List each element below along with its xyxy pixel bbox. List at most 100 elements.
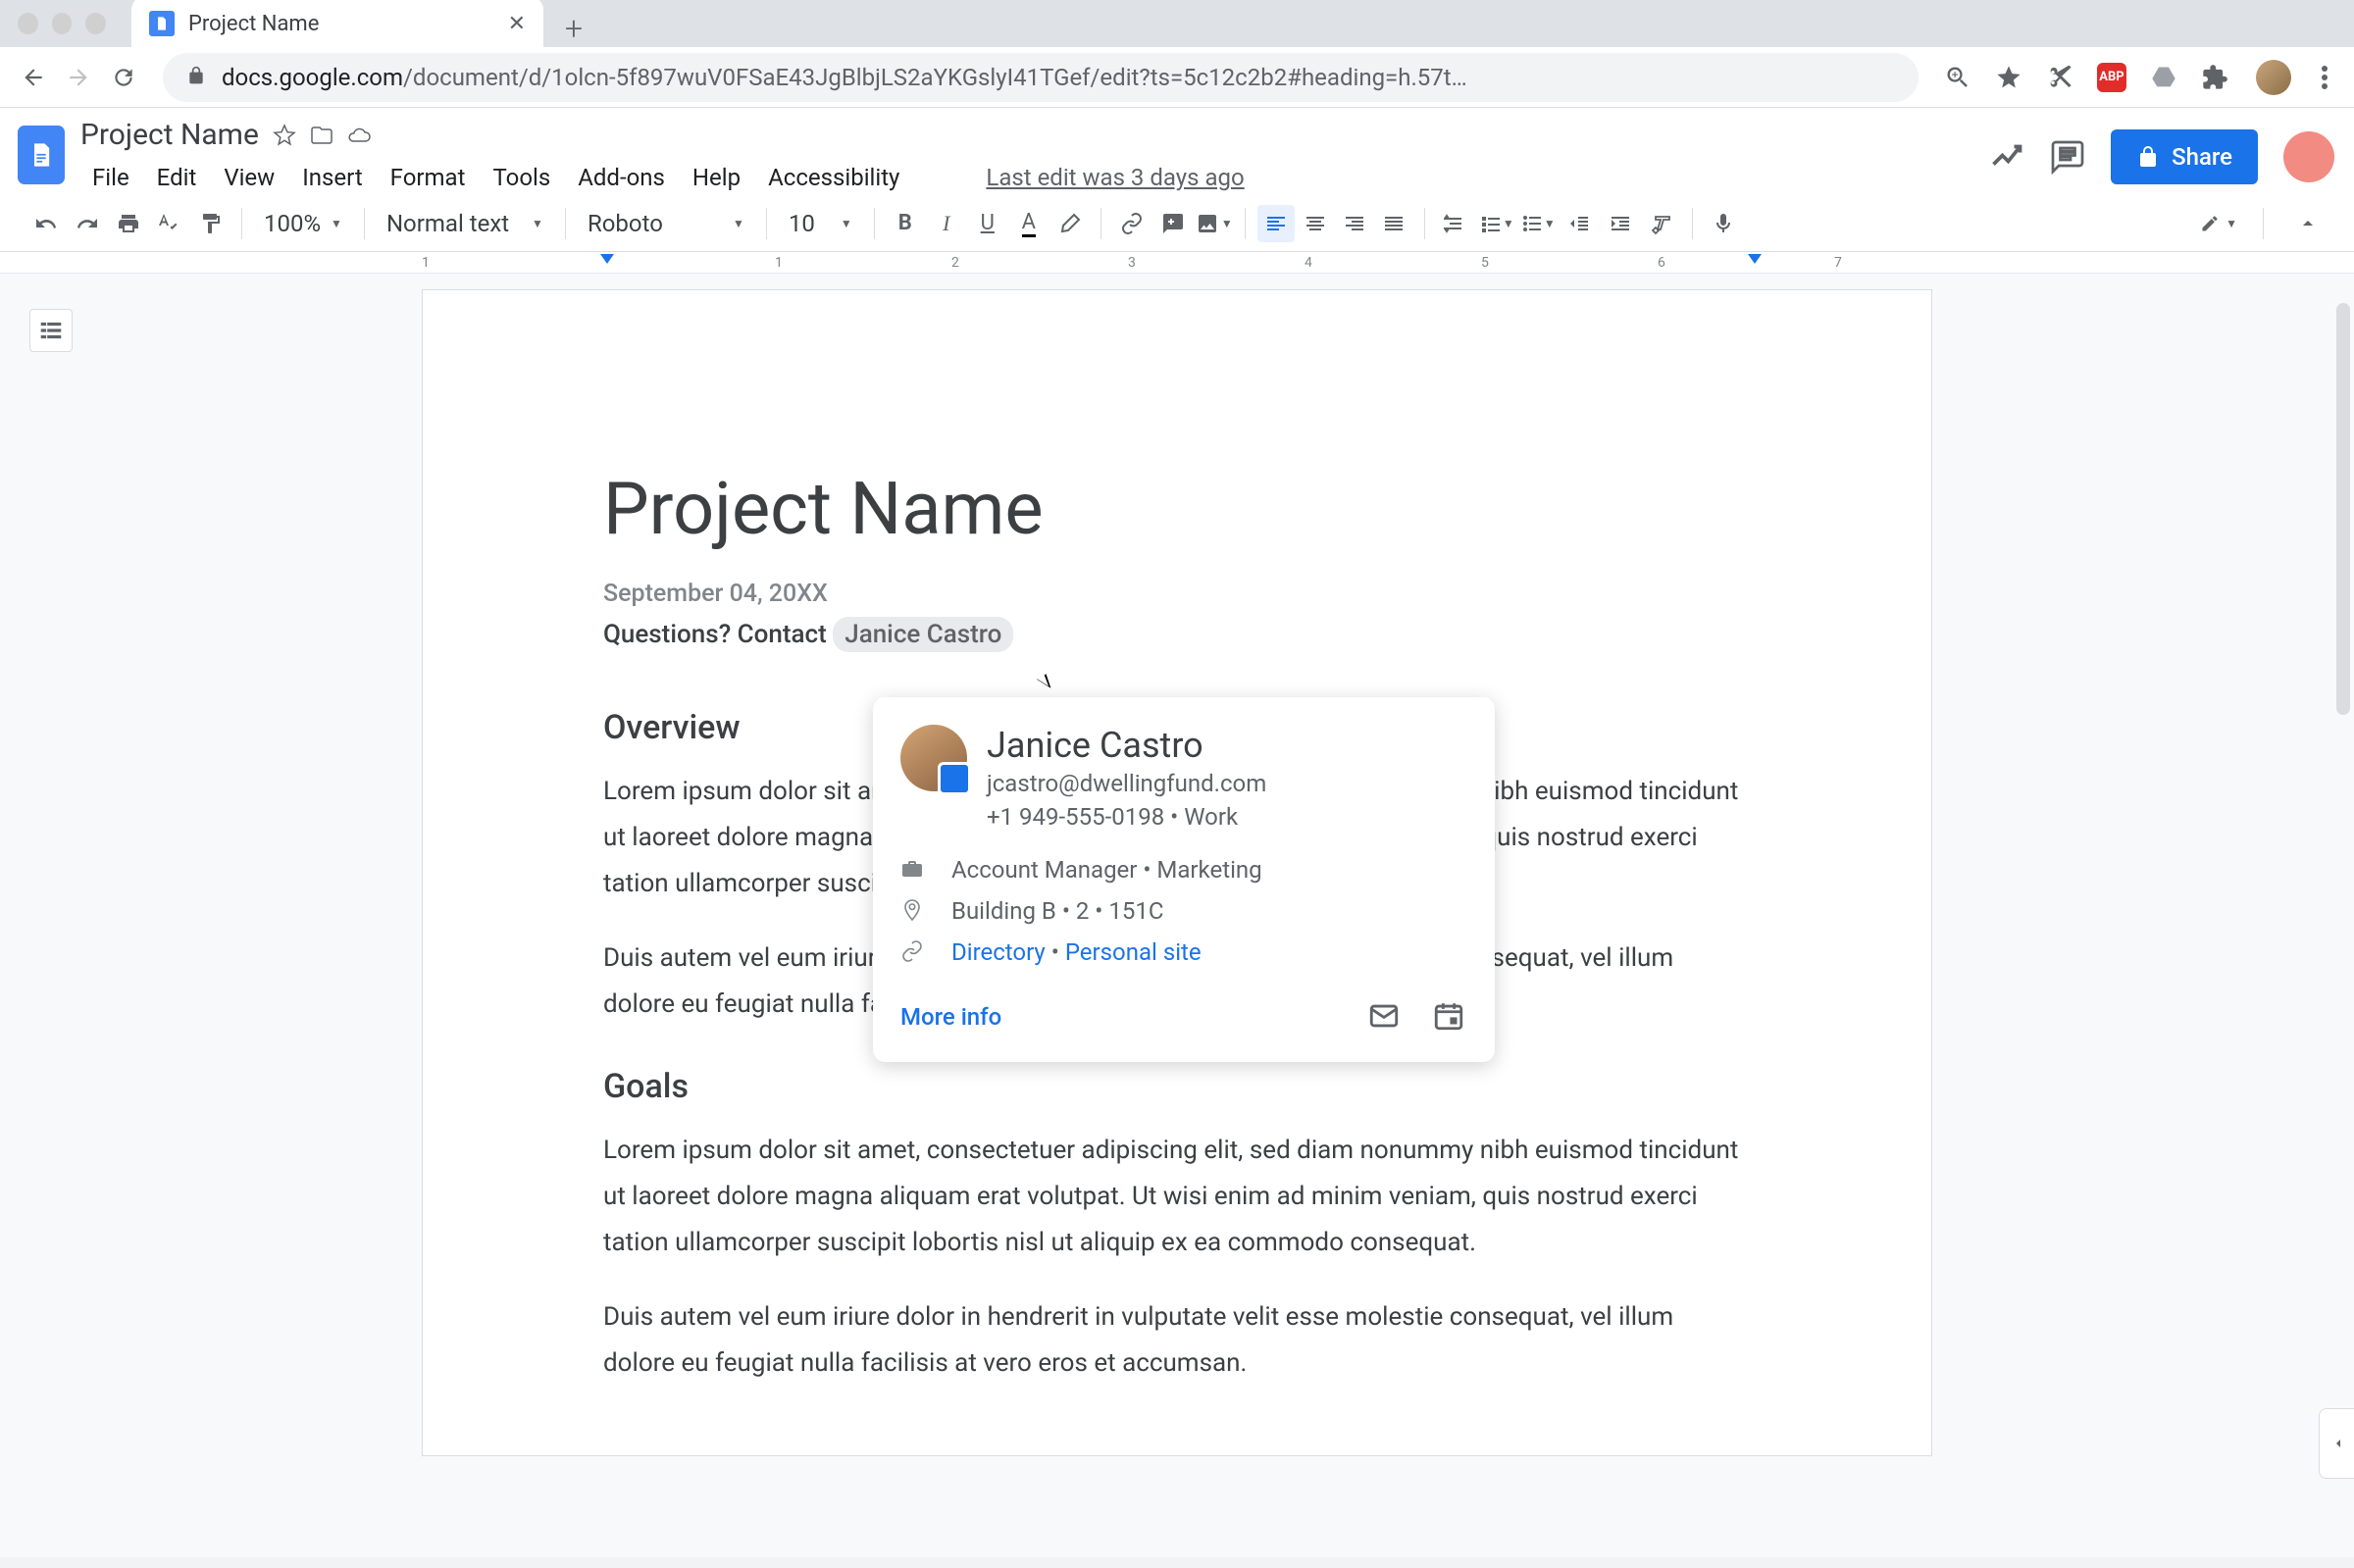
contact-email[interactable]: jcastro@dwellingfund.com [987, 770, 1266, 797]
link-icon [900, 939, 926, 965]
abp-extension-icon[interactable]: ABP [2097, 63, 2126, 92]
traffic-lights[interactable] [18, 13, 106, 34]
style-select[interactable]: Normal text▼ [377, 210, 553, 237]
menubar: File Edit View Insert Format Tools Add-o… [80, 160, 1979, 195]
account-avatar[interactable] [2283, 131, 2334, 182]
font-select[interactable]: Roboto▼ [578, 210, 754, 237]
undo-button[interactable] [27, 205, 65, 242]
contact-line: Questions? Contact Janice Castro [603, 620, 1751, 649]
align-center-button[interactable] [1297, 205, 1334, 242]
contact-name: Janice Castro [987, 725, 1266, 766]
cloud-icon[interactable] [347, 124, 371, 147]
print-button[interactable] [110, 205, 147, 242]
menu-file[interactable]: File [80, 160, 141, 195]
extensions-icon[interactable] [2201, 64, 2228, 91]
comment-icon[interactable] [2050, 139, 2085, 175]
italic-button[interactable]: I [928, 205, 965, 242]
close-tab-icon[interactable]: ✕ [508, 12, 526, 36]
indent-button[interactable] [1602, 205, 1639, 242]
window-titlebar: Project Name ✕ + [0, 0, 2354, 47]
align-justify-button[interactable] [1375, 205, 1412, 242]
url-path: /document/d/1olcn-5f897wuV0FSaE43JgBlbjL… [403, 64, 1467, 91]
redo-button[interactable] [69, 205, 106, 242]
align-right-button[interactable] [1336, 205, 1373, 242]
collapse-toolbar-button[interactable] [2289, 205, 2327, 242]
bullet-list-button[interactable]: ▼ [1519, 205, 1557, 242]
align-left-button[interactable] [1257, 205, 1295, 242]
bold-button[interactable]: B [887, 205, 924, 242]
contact-avatar [900, 725, 967, 791]
editing-mode-button[interactable]: ▼ [2200, 205, 2237, 242]
explore-tab[interactable] [2319, 1408, 2354, 1479]
image-button[interactable]: ▼ [1196, 205, 1233, 242]
share-button[interactable]: Share [2111, 129, 2258, 184]
menu-edit[interactable]: Edit [145, 160, 209, 195]
new-tab-button[interactable]: + [565, 10, 583, 47]
person-chip[interactable]: Janice Castro [833, 617, 1013, 652]
underline-button[interactable]: U [969, 205, 1006, 242]
doc-heading-title: Project Name [603, 467, 1751, 552]
font-size[interactable]: 10▼ [779, 210, 862, 237]
link-button[interactable] [1113, 205, 1151, 242]
clear-format-button[interactable] [1643, 205, 1680, 242]
url-host: docs.google.com [222, 64, 403, 91]
contact-location: Building B • 2 • 151C [951, 897, 1163, 925]
browser-tab[interactable]: Project Name ✕ [131, 0, 543, 51]
calendar-icon[interactable] [1432, 999, 1467, 1035]
menu-addons[interactable]: Add-ons [566, 160, 677, 195]
drive-icon[interactable] [2150, 64, 2177, 91]
line-spacing-button[interactable] [1437, 205, 1474, 242]
highlight-button[interactable] [1051, 205, 1089, 242]
directory-link[interactable]: Directory [951, 938, 1046, 966]
activity-icon[interactable] [1989, 139, 2024, 175]
docs-logo[interactable] [12, 116, 71, 194]
lock-icon [186, 64, 206, 91]
spellcheck-button[interactable] [151, 205, 188, 242]
scissors-icon[interactable] [2046, 64, 2073, 91]
checklist-button[interactable]: ▼ [1478, 205, 1515, 242]
docs-header: Project Name File Edit View Insert Forma… [0, 108, 2354, 195]
outline-toggle-button[interactable] [29, 309, 73, 352]
paint-format-button[interactable] [192, 205, 230, 242]
briefcase-icon [900, 857, 926, 883]
scrollbar[interactable] [2336, 274, 2350, 1557]
doc-date: September 04, 20XX [603, 580, 1751, 608]
add-comment-button[interactable] [1154, 205, 1192, 242]
bookmark-star-icon[interactable] [1995, 64, 2022, 91]
menu-tools[interactable]: Tools [481, 160, 562, 195]
right-margin-marker[interactable] [1748, 254, 1762, 264]
email-icon[interactable] [1367, 999, 1403, 1035]
menu-insert[interactable]: Insert [290, 160, 374, 195]
browser-menu-icon[interactable] [2322, 75, 2328, 80]
star-icon[interactable] [273, 124, 296, 147]
contact-role: Account Manager • Marketing [951, 856, 1262, 884]
outdent-button[interactable] [1561, 205, 1598, 242]
menu-accessibility[interactable]: Accessibility [756, 160, 911, 195]
tab-title: Project Name [188, 12, 494, 36]
contact-phone: +1 949-555-0198 • Work [987, 803, 1266, 831]
voice-type-button[interactable] [1705, 205, 1742, 242]
document-canvas: Project Name September 04, 20XX Question… [0, 274, 2354, 1557]
browser-toolbar: docs.google.com/document/d/1olcn-5f897wu… [0, 47, 2354, 108]
indent-marker[interactable] [600, 254, 614, 264]
menu-view[interactable]: View [212, 160, 286, 195]
back-button[interactable] [20, 64, 47, 91]
last-edit-link[interactable]: Last edit was 3 days ago [974, 160, 1255, 195]
text-color-button[interactable]: A [1010, 205, 1048, 242]
address-bar[interactable]: docs.google.com/document/d/1olcn-5f897wu… [163, 53, 1919, 102]
profile-avatar[interactable] [2256, 60, 2291, 95]
more-info-link[interactable]: More info [900, 1003, 1001, 1031]
personal-site-link[interactable]: Personal site [1065, 938, 1202, 966]
paragraph: Duis autem vel eum iriure dolor in hendr… [603, 1294, 1751, 1387]
location-icon [900, 898, 926, 924]
menu-help[interactable]: Help [681, 160, 752, 195]
reload-button[interactable] [110, 64, 137, 91]
menu-format[interactable]: Format [379, 160, 478, 195]
zoom-icon[interactable] [1944, 64, 1971, 91]
paragraph: Lorem ipsum dolor sit amet, consectetuer… [603, 1128, 1751, 1265]
move-icon[interactable] [310, 124, 333, 147]
forward-button[interactable] [65, 64, 92, 91]
zoom-select[interactable]: 100%▼ [254, 210, 352, 237]
document-title[interactable]: Project Name [80, 118, 259, 152]
ruler[interactable]: 1 1 2 3 4 5 6 7 [0, 252, 2354, 274]
